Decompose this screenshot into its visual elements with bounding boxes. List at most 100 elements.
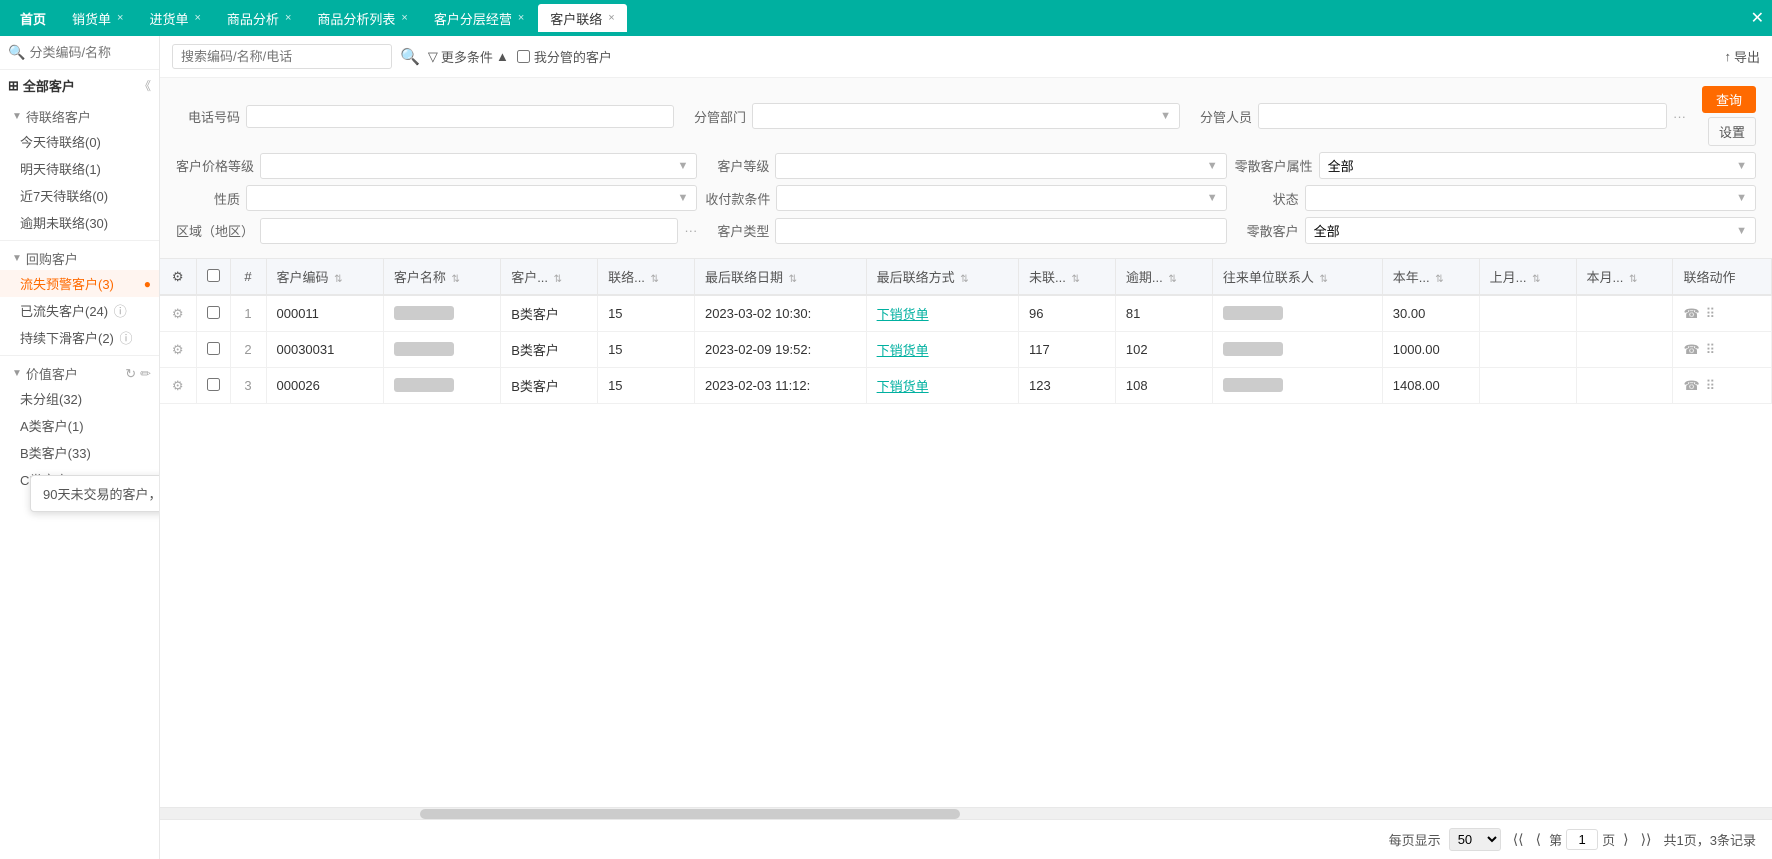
tab-sales[interactable]: 销货单 ×: [60, 4, 135, 32]
sidebar-collapse-btn[interactable]: 《: [139, 77, 151, 94]
filter-grade-select[interactable]: ▼: [775, 153, 1226, 179]
sidebar-item-tomorrow-contact[interactable]: 明天待联络(1): [0, 155, 159, 182]
cell-settings[interactable]: ⚙: [160, 295, 196, 332]
value-refresh-icon[interactable]: ↻: [125, 366, 136, 382]
tab-sales-close[interactable]: ×: [117, 12, 123, 24]
prev-page-btn[interactable]: ⟨: [1532, 829, 1545, 850]
filter-area-more[interactable]: ···: [684, 223, 697, 238]
next-page-btn[interactable]: ⟩: [1619, 829, 1632, 850]
filter-zero-customer-select[interactable]: 全部 ▼: [1305, 217, 1756, 244]
sidebar-item-class-a[interactable]: A类客户(1): [0, 412, 159, 439]
col-this-year[interactable]: 本年... ⇅: [1382, 259, 1479, 295]
filter-status-select[interactable]: ▼: [1305, 185, 1756, 211]
last-way-link[interactable]: 下销货单: [877, 379, 929, 394]
col-uncontact[interactable]: 未联... ⇅: [1019, 259, 1116, 295]
col-last-way[interactable]: 最后联络方式 ⇅: [866, 259, 1018, 295]
scrollbar-thumb[interactable]: [420, 809, 960, 819]
sidebar-search-input[interactable]: [29, 45, 160, 60]
col-name[interactable]: 客户名称 ⇅: [383, 259, 500, 295]
last-way-link[interactable]: 下销货单: [877, 307, 929, 322]
filter-nature-select[interactable]: ▼: [246, 185, 697, 211]
sidebar-item-overdue-contact[interactable]: 逾期未联络(30): [0, 209, 159, 236]
tab-customer-contact[interactable]: 客户联络 ×: [538, 4, 626, 32]
phone-action-icon[interactable]: ☎: [1683, 378, 1699, 394]
phone-action-icon[interactable]: ☎: [1683, 342, 1699, 358]
col-code[interactable]: 客户编码 ⇅: [266, 259, 383, 295]
sidebar-value-title[interactable]: ▼ 价值客户 ↻ ✏: [0, 360, 159, 385]
cell-last-way[interactable]: 下销货单: [866, 368, 1018, 404]
select-all-checkbox[interactable]: [207, 269, 220, 282]
first-page-btn[interactable]: ⟨⟨: [1509, 829, 1528, 850]
row-checkbox[interactable]: [207, 306, 220, 319]
phone-action-icon[interactable]: ☎: [1683, 306, 1699, 322]
more-action-icon[interactable]: ⠿: [1706, 378, 1716, 394]
horizontal-scrollbar[interactable]: [160, 807, 1772, 819]
cell-last-way[interactable]: 下销货单: [866, 295, 1018, 332]
tab-analysis-list[interactable]: 商品分析列表 ×: [305, 4, 419, 32]
filter-price-grade-select[interactable]: ▼: [260, 153, 697, 179]
per-page-select[interactable]: 50 100: [1449, 828, 1501, 851]
tab-customer-contact-close[interactable]: ×: [608, 12, 614, 24]
row-checkbox[interactable]: [207, 378, 220, 391]
filter-dept-select[interactable]: ▼: [752, 103, 1180, 129]
cell-last-way[interactable]: 下销货单: [866, 332, 1018, 368]
filter-search-button[interactable]: 🔍: [400, 47, 420, 67]
more-action-icon[interactable]: ⠿: [1706, 306, 1716, 322]
tab-analysis-list-close[interactable]: ×: [401, 12, 407, 24]
tab-customer-segment-close[interactable]: ×: [518, 12, 524, 24]
cell-check[interactable]: [196, 332, 230, 368]
value-edit-icon[interactable]: ✏: [140, 366, 151, 382]
cell-check[interactable]: [196, 368, 230, 404]
row-checkbox[interactable]: [207, 342, 220, 355]
filter-row-4: 区域（地区） ··· 客户类型 零散客户 全部 ▼: [176, 217, 1756, 244]
tab-customer-segment[interactable]: 客户分层经营 ×: [422, 4, 536, 32]
tab-analysis-close[interactable]: ×: [285, 12, 291, 24]
export-button[interactable]: ↑ 导出: [1724, 47, 1760, 66]
query-button[interactable]: 查询: [1702, 86, 1756, 113]
filter-zero-attr-select[interactable]: 全部 ▼: [1319, 152, 1756, 179]
filter-phone-input[interactable]: [246, 105, 674, 128]
tab-home[interactable]: 首页: [8, 4, 58, 32]
tab-analysis[interactable]: 商品分析 ×: [215, 4, 303, 32]
filter-status-label: 状态: [1235, 189, 1299, 208]
page-input[interactable]: [1566, 829, 1598, 850]
sidebar-item-week-contact[interactable]: 近7天待联络(0): [0, 182, 159, 209]
cell-settings[interactable]: ⚙: [160, 332, 196, 368]
sidebar-item-today-contact[interactable]: 今天待联络(0): [0, 128, 159, 155]
col-unit-contact[interactable]: 往来单位联系人 ⇅: [1212, 259, 1382, 295]
col-overdue[interactable]: 逾期... ⇅: [1115, 259, 1212, 295]
more-action-icon[interactable]: ⠿: [1706, 342, 1716, 358]
filter-more-btn[interactable]: ▽ 更多条件 ▲: [428, 47, 509, 66]
tab-purchase[interactable]: 进货单 ×: [137, 4, 212, 32]
sidebar-item-ungroup[interactable]: 未分组(32): [0, 385, 159, 412]
filter-person-select[interactable]: [1258, 103, 1667, 129]
my-customers-checkbox[interactable]: [517, 50, 530, 63]
cell-settings[interactable]: ⚙: [160, 368, 196, 404]
sidebar-item-already-churn[interactable]: 已流失客户(24) ⓘ: [0, 297, 159, 324]
filter-search-input[interactable]: [172, 44, 392, 69]
filter-customer-type-select[interactable]: [775, 218, 1226, 244]
cell-check[interactable]: [196, 295, 230, 332]
filter-area-select[interactable]: [260, 218, 678, 244]
sidebar-churn-title[interactable]: ▼ 回购客户: [0, 245, 159, 270]
tab-purchase-close[interactable]: ×: [194, 12, 200, 24]
filter-payment-select[interactable]: ▼: [776, 185, 1226, 211]
filter-person-more[interactable]: ···: [1673, 109, 1686, 124]
my-customers-checkbox-label[interactable]: 我分管的客户: [517, 47, 612, 66]
col-this-month[interactable]: 本月... ⇅: [1576, 259, 1673, 295]
last-page-btn[interactable]: ⟩⟩: [1637, 829, 1656, 850]
settings-button[interactable]: 设置: [1708, 117, 1756, 146]
col-contact[interactable]: 联络... ⇅: [598, 259, 695, 295]
sidebar-pending-title[interactable]: ▼ 待联络客户: [0, 103, 159, 128]
sidebar-item-class-b[interactable]: B类客户(33): [0, 439, 159, 466]
col-last-date[interactable]: 最后联络日期 ⇅: [694, 259, 866, 295]
sidebar-root[interactable]: ⊞ 全部客户 《: [0, 70, 159, 101]
sidebar-item-declining[interactable]: 持续下滑客户(2) ⓘ: [0, 324, 159, 351]
col-check[interactable]: [196, 259, 230, 295]
col-last-month[interactable]: 上月... ⇅: [1479, 259, 1576, 295]
col-type[interactable]: 客户... ⇅: [501, 259, 598, 295]
sidebar-item-churn-warning[interactable]: 流失预警客户(3) ●: [0, 270, 159, 297]
col-settings[interactable]: ⚙: [160, 259, 196, 295]
last-way-link[interactable]: 下销货单: [877, 343, 929, 358]
window-close-btn[interactable]: ✕: [1751, 8, 1764, 28]
